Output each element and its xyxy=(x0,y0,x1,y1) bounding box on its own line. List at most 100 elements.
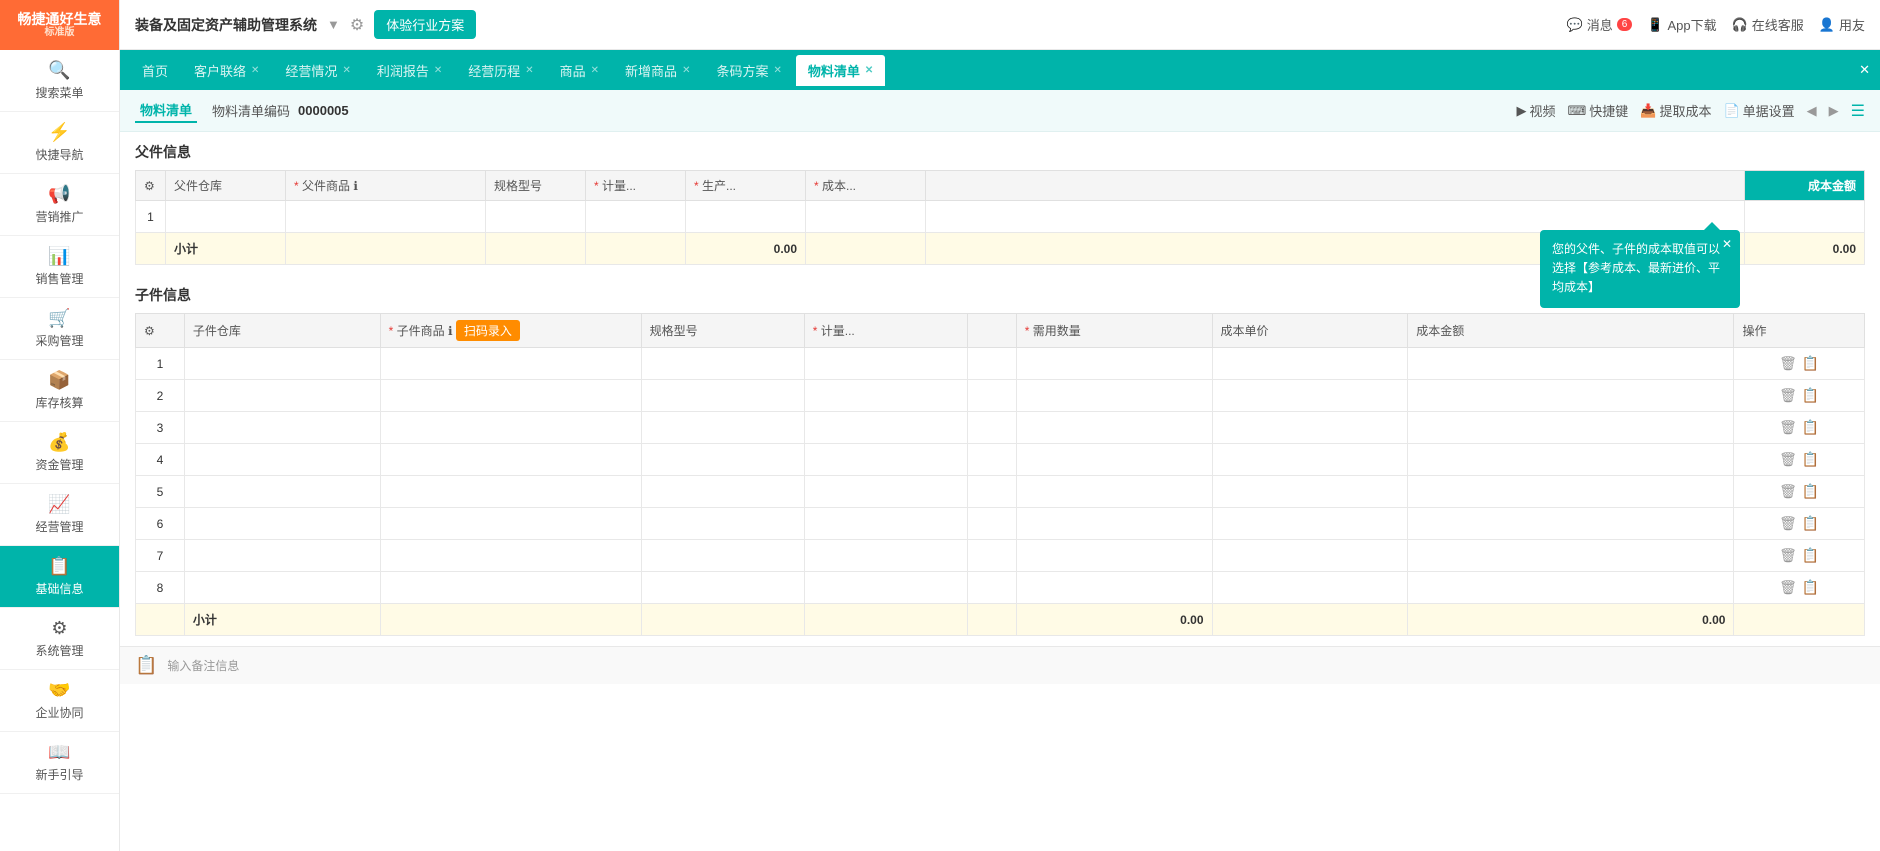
child-row-unit-cost[interactable] xyxy=(1212,540,1408,572)
child-row-unit-cost[interactable] xyxy=(1212,508,1408,540)
child-row-unit[interactable] xyxy=(804,540,967,572)
delete-icon[interactable]: 🗑 xyxy=(1779,547,1797,564)
sidebar-item-销售管理[interactable]: 📊销售管理 xyxy=(0,236,119,298)
child-row-spec[interactable] xyxy=(641,508,804,540)
shortcut-button[interactable]: ⌨ 快捷键 xyxy=(1567,101,1628,120)
child-row-unit-cost[interactable] xyxy=(1212,572,1408,604)
child-row-warehouse[interactable] xyxy=(184,540,380,572)
child-row-product[interactable] xyxy=(380,380,641,412)
user-item[interactable]: 👤 用友 xyxy=(1819,15,1865,34)
child-row-spec[interactable] xyxy=(641,476,804,508)
child-row-qty[interactable] xyxy=(1016,348,1212,380)
child-row-unit-cost[interactable] xyxy=(1212,348,1408,380)
child-col-settings[interactable]: ⚙ xyxy=(136,314,185,348)
nav-tab-物料清单[interactable]: 物料清单✕ xyxy=(796,55,885,86)
scan-button[interactable]: 扫码录入 xyxy=(456,320,520,341)
child-row-product[interactable] xyxy=(380,476,641,508)
dropdown-arrow-icon[interactable]: ▼ xyxy=(327,17,340,32)
tooltip-close-button[interactable]: ✕ xyxy=(1722,235,1732,254)
close-tab-icon[interactable]: ✕ xyxy=(251,65,259,76)
sidebar-item-快捷导航[interactable]: ⚡快捷导航 xyxy=(0,112,119,174)
sidebar-item-搜索菜单[interactable]: 🔍搜索菜单 xyxy=(0,50,119,112)
copy-icon[interactable]: 📋 xyxy=(1802,547,1819,564)
child-row-product[interactable] xyxy=(380,540,641,572)
child-row-qty[interactable] xyxy=(1016,380,1212,412)
child-row-qty[interactable] xyxy=(1016,444,1212,476)
nav-tab-首页[interactable]: 首页 xyxy=(130,55,180,86)
child-row-warehouse[interactable] xyxy=(184,444,380,476)
app-download-item[interactable]: 📱 App下载 xyxy=(1647,15,1716,34)
child-row-product[interactable] xyxy=(380,444,641,476)
child-row-spec[interactable] xyxy=(641,540,804,572)
nav-tab-客户联络[interactable]: 客户联络✕ xyxy=(182,55,271,86)
child-row-unit[interactable] xyxy=(804,412,967,444)
delete-icon[interactable]: 🗑 xyxy=(1779,451,1797,468)
child-row-unit-cost[interactable] xyxy=(1212,412,1408,444)
child-row-unit-cost[interactable] xyxy=(1212,476,1408,508)
sidebar-item-库存核算[interactable]: 📦库存核算 xyxy=(0,360,119,422)
child-row-spec[interactable] xyxy=(641,348,804,380)
try-btn[interactable]: 体验行业方案 xyxy=(374,10,476,39)
delete-icon[interactable]: 🗑 xyxy=(1779,387,1797,404)
sub-tab-material-list[interactable]: 物料清单 xyxy=(135,98,197,123)
child-row-product[interactable] xyxy=(380,348,641,380)
close-tab-icon[interactable]: ✕ xyxy=(434,65,442,76)
child-row-unit[interactable] xyxy=(804,572,967,604)
sidebar-item-采购管理[interactable]: 🛒采购管理 xyxy=(0,298,119,360)
note-placeholder[interactable]: 输入备注信息 xyxy=(167,657,239,674)
child-row-qty[interactable] xyxy=(1016,476,1212,508)
close-tab-icon[interactable]: ✕ xyxy=(682,65,690,76)
close-tab-icon[interactable]: ✕ xyxy=(525,65,533,76)
doc-settings-button[interactable]: 📄 单据设置 xyxy=(1723,101,1794,120)
delete-icon[interactable]: 🗑 xyxy=(1779,355,1797,372)
online-service-item[interactable]: 🎧 在线客服 xyxy=(1732,15,1804,34)
child-row-qty[interactable] xyxy=(1016,412,1212,444)
child-row-warehouse[interactable] xyxy=(184,476,380,508)
child-row-qty[interactable] xyxy=(1016,540,1212,572)
child-row-unit-cost[interactable] xyxy=(1212,380,1408,412)
copy-icon[interactable]: 📋 xyxy=(1802,579,1819,596)
sidebar-item-新手引导[interactable]: 📖新手引导 xyxy=(0,732,119,794)
child-row-unit[interactable] xyxy=(804,476,967,508)
child-row-spec[interactable] xyxy=(641,444,804,476)
nav-tab-条码方案[interactable]: 条码方案✕ xyxy=(704,55,793,86)
copy-icon[interactable]: 📋 xyxy=(1802,419,1819,436)
copy-icon[interactable]: 📋 xyxy=(1802,483,1819,500)
delete-icon[interactable]: 🗑 xyxy=(1779,419,1797,436)
parent-row-cost[interactable] xyxy=(806,201,926,233)
copy-icon[interactable]: 📋 xyxy=(1802,387,1819,404)
child-row-unit[interactable] xyxy=(804,508,967,540)
parent-row-unit[interactable] xyxy=(586,201,686,233)
sidebar-item-经营管理[interactable]: 📈经营管理 xyxy=(0,484,119,546)
nav-tab-新增商品[interactable]: 新增商品✕ xyxy=(613,55,702,86)
child-row-unit[interactable] xyxy=(804,380,967,412)
nav-prev-icon[interactable]: ◀ xyxy=(1807,103,1817,119)
message-item[interactable]: 💬 消息 6 xyxy=(1567,15,1633,34)
child-row-spec[interactable] xyxy=(641,380,804,412)
child-row-warehouse[interactable] xyxy=(184,412,380,444)
delete-icon[interactable]: 🗑 xyxy=(1779,579,1797,596)
nav-tab-经营历程[interactable]: 经营历程✕ xyxy=(456,55,545,86)
list-view-icon[interactable]: ☰ xyxy=(1851,101,1865,121)
parent-row-product[interactable] xyxy=(286,201,486,233)
sidebar-item-系统管理[interactable]: ⚙系统管理 xyxy=(0,608,119,670)
child-row-warehouse[interactable] xyxy=(184,508,380,540)
sidebar-item-企业协同[interactable]: 🤝企业协同 xyxy=(0,670,119,732)
child-row-unit-cost[interactable] xyxy=(1212,444,1408,476)
nav-tab-商品[interactable]: 商品✕ xyxy=(548,55,611,86)
child-row-spec[interactable] xyxy=(641,572,804,604)
child-row-product[interactable] xyxy=(380,412,641,444)
close-tab-icon[interactable]: ✕ xyxy=(342,65,350,76)
delete-icon[interactable]: 🗑 xyxy=(1779,483,1797,500)
child-row-spec[interactable] xyxy=(641,412,804,444)
nav-tab-利润报告[interactable]: 利润报告✕ xyxy=(365,55,454,86)
parent-row-spec[interactable] xyxy=(486,201,586,233)
child-row-warehouse[interactable] xyxy=(184,380,380,412)
child-row-product[interactable] xyxy=(380,508,641,540)
sidebar-item-资金管理[interactable]: 💰资金管理 xyxy=(0,422,119,484)
close-tab-icon[interactable]: ✕ xyxy=(773,65,781,76)
child-row-warehouse[interactable] xyxy=(184,572,380,604)
parent-row-warehouse[interactable] xyxy=(166,201,286,233)
child-row-qty[interactable] xyxy=(1016,572,1212,604)
nav-tab-经营情况[interactable]: 经营情况✕ xyxy=(273,55,362,86)
